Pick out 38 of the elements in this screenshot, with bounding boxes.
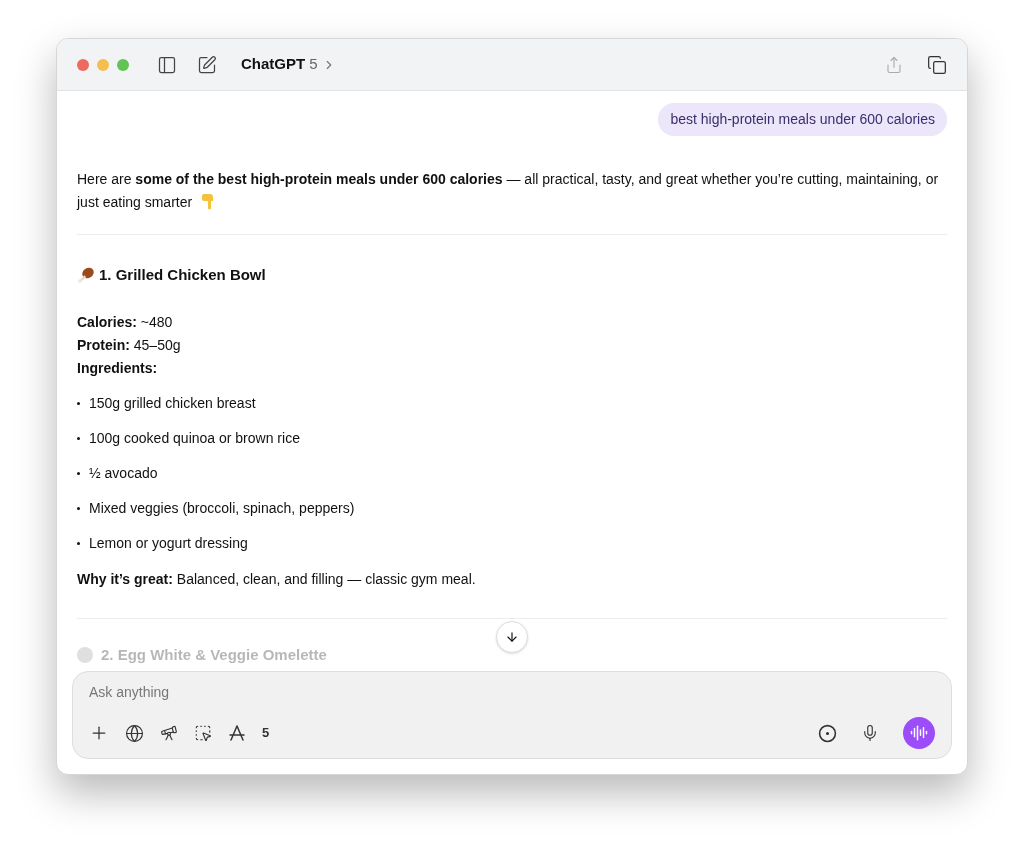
new-chat-icon[interactable] — [197, 54, 217, 75]
drumstick-icon — [77, 265, 95, 284]
record-icon[interactable] — [818, 723, 837, 743]
close-icon[interactable] — [77, 58, 89, 71]
bullet-icon — [77, 402, 80, 405]
copy-icon[interactable] — [927, 54, 947, 75]
faded-heading: 2. Egg White & Veggie Omelette — [101, 645, 327, 665]
bullet-icon — [77, 507, 80, 510]
why-note: Why it’s great: Balanced, clean, and filling — classic gym meal. — [77, 570, 476, 589]
arrow-down-icon — [505, 630, 519, 644]
bullet-icon — [77, 437, 80, 440]
reply-intro: Here are some of the best high-protein meals under 600 calories — all practical, tasty, and great whether you’re cutting, maintaining, or just eating smarter — [77, 170, 940, 212]
audio-lines-icon — [910, 724, 928, 742]
model-selector[interactable]: ChatGPT 5 — [241, 53, 336, 76]
fact-line: Calories: ~480 — [77, 313, 173, 332]
sidebar-icon[interactable] — [157, 54, 177, 75]
scroll-down-button[interactable] — [496, 621, 528, 653]
faded-icon — [77, 646, 93, 663]
bullet-icon — [77, 472, 80, 475]
ingredient-item: ½ avocado — [89, 464, 158, 483]
bullet-icon — [77, 542, 80, 545]
globe-icon[interactable] — [125, 723, 144, 743]
select-icon[interactable] — [194, 724, 212, 742]
user-message: best high-protein meals under 600 calories — [658, 103, 947, 136]
section-heading: 1. Grilled Chicken Bowl — [99, 265, 266, 285]
telescope-icon[interactable] — [160, 724, 178, 742]
model-version: 5 — [309, 54, 318, 75]
ingredient-item: Mixed veggies (broccoli, spinach, peppers) — [89, 499, 355, 518]
fact-line: Protein: 45–50g — [77, 336, 181, 355]
window-title: ChatGPT — [241, 54, 306, 75]
message-input[interactable]: Ask anything — [89, 682, 935, 703]
ingredient-item: 150g grilled chicken breast — [89, 394, 256, 413]
ingredient-item: Lemon or yogurt dressing — [89, 534, 248, 553]
fact-line: Ingredients: — [77, 359, 158, 378]
tool-count: 5 — [262, 724, 270, 743]
voice-button[interactable] — [903, 717, 935, 749]
ingredient-item: 100g cooked quinoa or brown rice — [89, 429, 300, 448]
mic-icon[interactable] — [861, 724, 879, 742]
